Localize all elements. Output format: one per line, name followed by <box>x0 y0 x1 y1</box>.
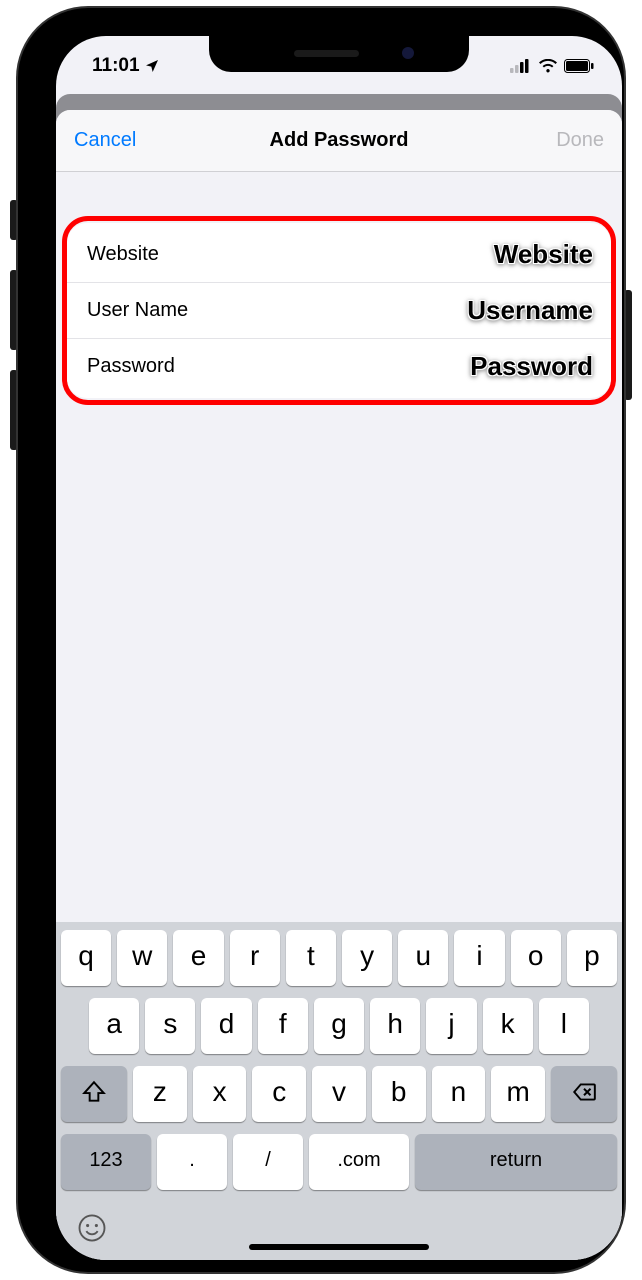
com-key[interactable]: .com <box>309 1134 409 1190</box>
key-n[interactable]: n <box>432 1066 486 1122</box>
key-z[interactable]: z <box>133 1066 187 1122</box>
key-l[interactable]: l <box>539 998 589 1054</box>
key-v[interactable]: v <box>312 1066 366 1122</box>
password-value-overlay: Password <box>470 351 593 382</box>
backspace-icon <box>571 1079 597 1105</box>
key-a[interactable]: a <box>89 998 139 1054</box>
screen: 11:01 <box>56 36 622 1260</box>
website-row[interactable]: Website Website <box>67 223 611 283</box>
key-f[interactable]: f <box>258 998 308 1054</box>
key-u[interactable]: u <box>398 930 448 986</box>
username-row[interactable]: User Name Username <box>67 283 611 339</box>
emoji-icon <box>77 1213 107 1243</box>
shift-key[interactable] <box>61 1066 127 1122</box>
key-h[interactable]: h <box>370 998 420 1054</box>
key-b[interactable]: b <box>372 1066 426 1122</box>
phone-frame: 11:01 <box>18 8 624 1272</box>
nav-bar: Cancel Add Password Done <box>56 110 622 172</box>
signal-icon <box>510 59 532 73</box>
username-value-overlay: Username <box>467 295 593 326</box>
home-indicator[interactable] <box>249 1244 429 1250</box>
slash-key[interactable]: / <box>233 1134 303 1190</box>
key-w[interactable]: w <box>117 930 167 986</box>
website-value-overlay: Website <box>494 239 593 270</box>
key-m[interactable]: m <box>491 1066 545 1122</box>
password-label: Password <box>87 355 175 378</box>
key-k[interactable]: k <box>483 998 533 1054</box>
numbers-key[interactable]: 123 <box>61 1134 151 1190</box>
notch <box>209 36 469 72</box>
password-row[interactable]: Password Password <box>67 339 611 398</box>
key-g[interactable]: g <box>314 998 364 1054</box>
key-q[interactable]: q <box>61 930 111 986</box>
key-p[interactable]: p <box>567 930 617 986</box>
key-i[interactable]: i <box>454 930 504 986</box>
key-t[interactable]: t <box>286 930 336 986</box>
website-label: Website <box>87 243 159 266</box>
page-title: Add Password <box>154 129 524 152</box>
backspace-key[interactable] <box>551 1066 617 1122</box>
modal-sheet: Cancel Add Password Done Website Website… <box>56 110 622 1260</box>
key-e[interactable]: e <box>173 930 223 986</box>
battery-icon <box>564 59 594 73</box>
key-o[interactable]: o <box>511 930 561 986</box>
key-s[interactable]: s <box>145 998 195 1054</box>
done-button[interactable]: Done <box>524 129 604 152</box>
wifi-icon <box>538 59 558 73</box>
emoji-key[interactable] <box>77 1213 107 1251</box>
keyboard: q w e r t y u i o p a s d f g h <box>56 922 622 1260</box>
username-label: User Name <box>87 299 188 322</box>
key-y[interactable]: y <box>342 930 392 986</box>
form-highlight: Website Website User Name Username Passw… <box>62 216 616 405</box>
key-d[interactable]: d <box>201 998 251 1054</box>
shift-icon <box>81 1079 107 1105</box>
dot-key[interactable]: . <box>157 1134 227 1190</box>
key-c[interactable]: c <box>252 1066 306 1122</box>
location-arrow-icon <box>144 58 160 74</box>
return-key[interactable]: return <box>415 1134 617 1190</box>
status-time: 11:01 <box>92 55 140 77</box>
key-x[interactable]: x <box>193 1066 247 1122</box>
key-r[interactable]: r <box>230 930 280 986</box>
cancel-button[interactable]: Cancel <box>74 129 154 152</box>
key-j[interactable]: j <box>426 998 476 1054</box>
